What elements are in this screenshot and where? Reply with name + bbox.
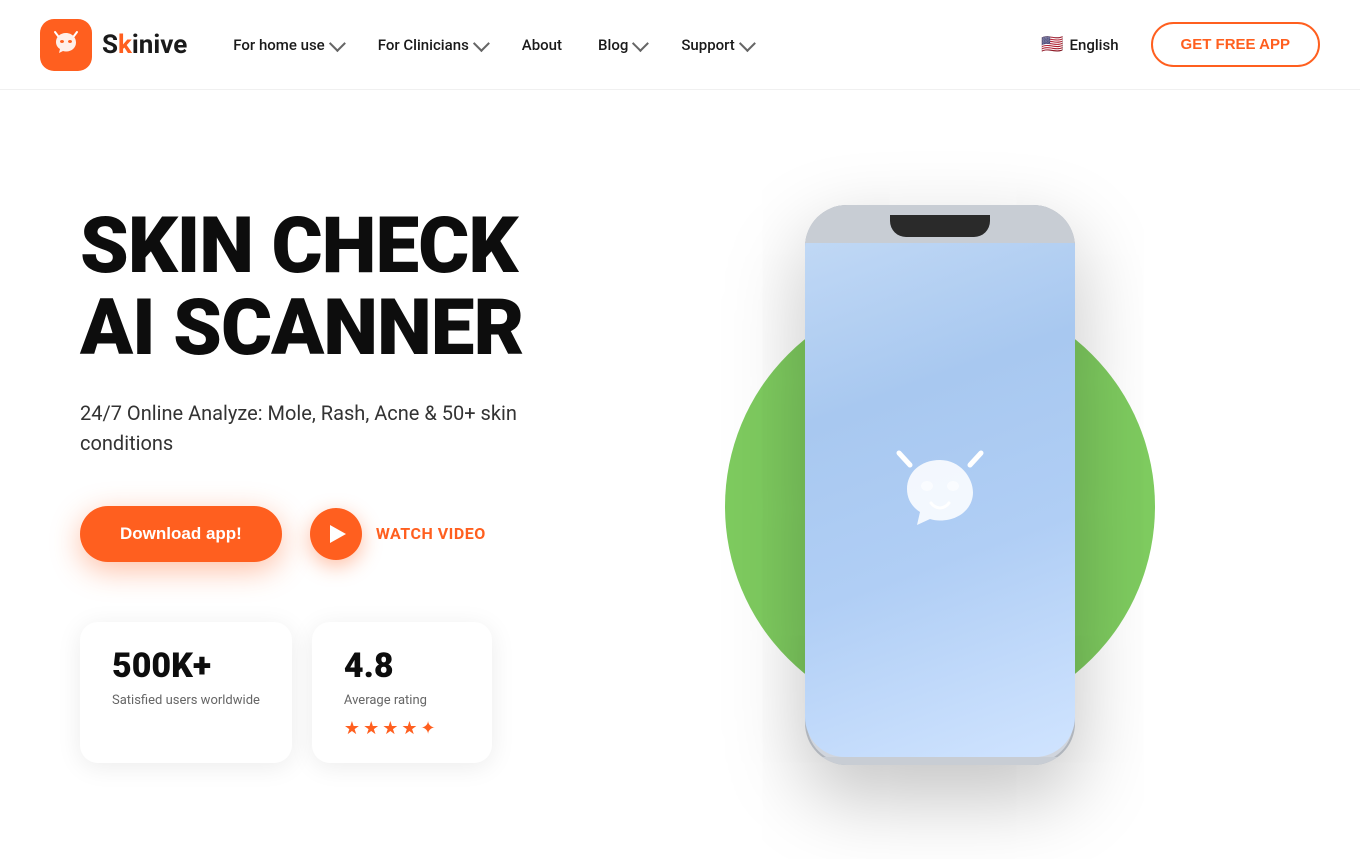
chevron-down-icon bbox=[632, 35, 649, 52]
nav-for-clinicians[interactable]: For Clinicians bbox=[362, 28, 502, 62]
star-4: ★ bbox=[401, 718, 417, 739]
star-1: ★ bbox=[344, 718, 360, 739]
stat-card-rating: 4.8 Average rating ★ ★ ★ ★ ✦ bbox=[312, 622, 492, 763]
play-button-icon[interactable] bbox=[310, 508, 362, 560]
logo[interactable]: Skinive bbox=[40, 19, 187, 71]
play-triangle-icon bbox=[330, 525, 346, 543]
stat-rating-label: Average rating bbox=[344, 692, 460, 710]
phone-mockup bbox=[805, 205, 1075, 765]
hero-actions: Download app! WATCH VIDEO bbox=[80, 506, 680, 562]
hero-section: SKIN CHECK AI SCANNER 24/7 Online Analyz… bbox=[0, 90, 1360, 859]
chevron-down-icon bbox=[473, 35, 490, 52]
download-app-button[interactable]: Download app! bbox=[80, 506, 282, 562]
hero-stats: 500K+ Satisfied users worldwide 4.8 Aver… bbox=[80, 622, 680, 763]
watch-video-button[interactable]: WATCH VIDEO bbox=[310, 508, 486, 560]
logo-icon bbox=[40, 19, 92, 71]
nav-language[interactable]: 🇺🇸 English bbox=[1027, 26, 1138, 63]
nav-blog[interactable]: Blog bbox=[582, 28, 661, 62]
stat-card-users: 500K+ Satisfied users worldwide bbox=[80, 622, 292, 763]
logo-text: Skinive bbox=[102, 30, 187, 60]
phone-screen bbox=[805, 243, 1075, 757]
chevron-down-icon bbox=[329, 35, 346, 52]
phone-bottom-bar bbox=[805, 757, 1075, 765]
hero-content: SKIN CHECK AI SCANNER 24/7 Online Analyz… bbox=[80, 206, 680, 763]
chevron-down-icon bbox=[739, 35, 756, 52]
star-2: ★ bbox=[363, 718, 379, 739]
stat-rating-value: 4.8 bbox=[344, 646, 460, 686]
nav-items: For home use For Clinicians About Blog S… bbox=[217, 28, 1027, 62]
navbar: Skinive For home use For Clinicians Abou… bbox=[0, 0, 1360, 90]
app-screen-logo bbox=[880, 440, 1000, 560]
stat-users-count: 500K+ bbox=[112, 646, 260, 686]
stat-users-label: Satisfied users worldwide bbox=[112, 692, 260, 710]
phone-top-bar bbox=[805, 205, 1075, 243]
star-3: ★ bbox=[382, 718, 398, 739]
star-half: ✦ bbox=[420, 718, 435, 739]
hero-phone bbox=[680, 160, 1200, 810]
get-free-app-button[interactable]: GET FREE APP bbox=[1151, 22, 1320, 67]
nav-about[interactable]: About bbox=[506, 28, 578, 62]
watch-video-label: WATCH VIDEO bbox=[376, 524, 486, 543]
nav-support[interactable]: Support bbox=[665, 28, 767, 62]
phone-notch bbox=[890, 215, 990, 237]
rating-stars: ★ ★ ★ ★ ✦ bbox=[344, 718, 460, 739]
nav-for-home-use[interactable]: For home use bbox=[217, 28, 357, 62]
flag-icon: 🇺🇸 bbox=[1041, 34, 1063, 55]
hero-title: SKIN CHECK AI SCANNER bbox=[80, 206, 680, 370]
hero-subtitle: 24/7 Online Analyze: Mole, Rash, Acne & … bbox=[80, 398, 560, 458]
